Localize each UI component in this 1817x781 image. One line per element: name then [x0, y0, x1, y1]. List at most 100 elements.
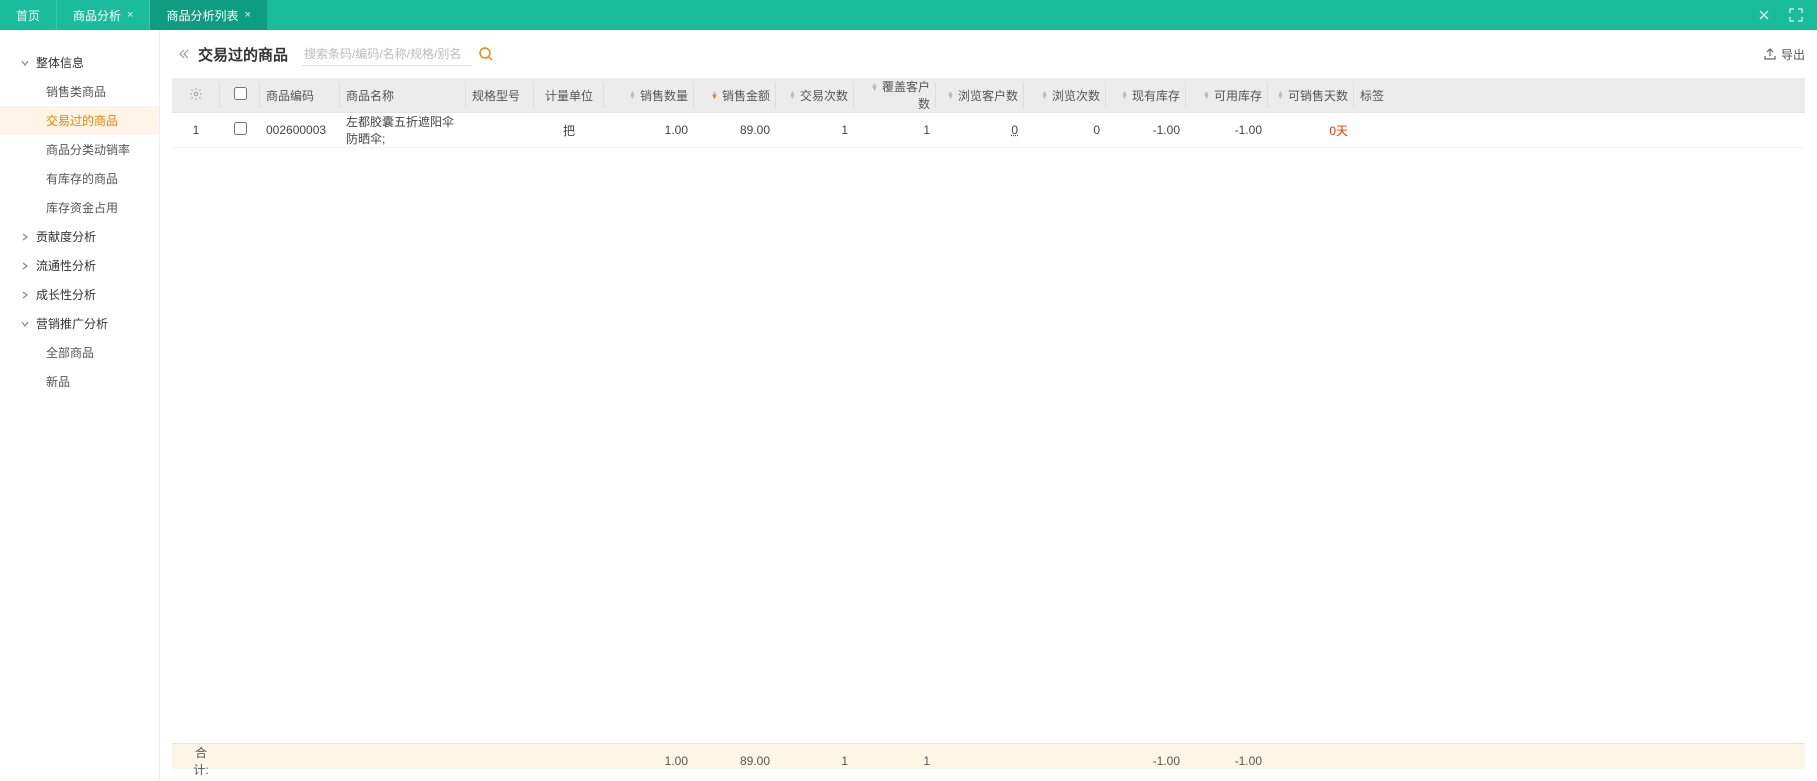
close-icon[interactable]: × — [244, 9, 250, 21]
sort-icon[interactable]: ▲▼ — [1121, 92, 1128, 100]
cell-chk[interactable] — [220, 113, 260, 148]
chevron-down-icon — [20, 320, 30, 328]
sidebar-group-label: 整体信息 — [36, 54, 84, 71]
column-label: 销售数量 — [640, 89, 688, 103]
column-label: 交易次数 — [800, 89, 848, 103]
fullscreen-icon[interactable] — [1787, 6, 1805, 24]
topbar-actions — [1755, 0, 1811, 30]
chevron-down-icon — [20, 59, 30, 67]
tab-bar: 首页 商品分析 × 商品分析列表 × — [0, 0, 1817, 30]
column-header-cust[interactable]: ▲▼覆盖客户数 — [854, 78, 936, 113]
chevron-right-icon — [20, 291, 30, 299]
column-header-tags: 标签 — [1354, 78, 1805, 113]
sidebar-item[interactable]: 有库存的商品 — [0, 164, 159, 193]
sidebar-item[interactable]: 新品 — [0, 367, 159, 396]
column-header-qty[interactable]: ▲▼ 销售数量 — [604, 78, 694, 113]
footer-cell-qty: 1.00 — [604, 754, 694, 768]
column-header-gear — [172, 78, 220, 113]
column-header-days[interactable]: ▲▼ 可销售天数 — [1268, 78, 1354, 113]
sidebar-item[interactable]: 库存资金占用 — [0, 193, 159, 222]
sidebar-group[interactable]: 整体信息 — [0, 48, 159, 77]
sort-icon[interactable]: ▲▼ — [789, 92, 796, 100]
select-all-checkbox[interactable] — [234, 87, 247, 100]
column-header-spec: 规格型号 — [466, 78, 534, 113]
cell-views: 0 — [1024, 113, 1106, 148]
sort-icon[interactable]: ▲▼ — [1277, 92, 1284, 100]
gear-icon[interactable] — [188, 86, 204, 102]
column-header-stock[interactable]: ▲▼现有库存 — [1106, 78, 1186, 113]
cell-name: 左都胶囊五折遮阳伞防晒伞; — [340, 113, 466, 148]
cell-stock: -1.00 — [1106, 113, 1186, 148]
sidebar-group[interactable]: 营销推广分析 — [0, 309, 159, 338]
footer-cell-gear: 合计: — [172, 744, 220, 778]
sidebar-group[interactable]: 贡献度分析 — [0, 222, 159, 251]
export-button[interactable]: 导出 — [1763, 46, 1805, 63]
cell-qty: 1.00 — [604, 113, 694, 148]
sort-icon[interactable]: ▲▼ — [1203, 92, 1210, 100]
cell-amount: 89.00 — [694, 113, 776, 148]
sort-icon[interactable]: ▲▼ — [947, 92, 954, 100]
column-label: 商品编码 — [266, 89, 314, 103]
column-label: 浏览客户数 — [958, 89, 1018, 103]
column-label: 商品名称 — [346, 89, 394, 103]
chevron-right-icon — [20, 262, 30, 270]
cell-code: 002600003 — [260, 113, 340, 148]
sidebar: 整体信息销售类商品交易过的商品商品分类动销率有库存的商品库存资金占用贡献度分析流… — [0, 30, 160, 781]
tab-home[interactable]: 首页 — [0, 0, 57, 30]
cell-txn: 1 — [776, 113, 854, 148]
column-header-views[interactable]: ▲▼ 浏览次数 — [1024, 78, 1106, 113]
column-label: 规格型号 — [472, 89, 520, 103]
tab-label: 商品分析列表 — [166, 7, 238, 24]
search-input[interactable] — [302, 42, 472, 66]
column-header-name: 商品名称 — [340, 78, 466, 113]
cell-avail: -1.00 — [1186, 113, 1268, 148]
row-checkbox[interactable] — [234, 122, 247, 135]
tab-label: 商品分析 — [73, 7, 121, 24]
table-row[interactable]: 1002600003左都胶囊五折遮阳伞防晒伞;把1.0089.001100-1.… — [172, 113, 1805, 148]
close-icon[interactable]: × — [127, 9, 133, 21]
footer-cell-amount: 89.00 — [694, 754, 776, 768]
footer-cell-cust: 1 — [854, 754, 936, 768]
footer-cell-stock: -1.00 — [1106, 754, 1186, 768]
column-header-viewcust[interactable]: ▲▼ 浏览客户数 — [936, 78, 1024, 113]
search-wrap — [302, 42, 494, 66]
sort-icon[interactable]: ▲▼ — [871, 84, 878, 92]
column-header-amount[interactable]: ▲▼销售金额 — [694, 78, 776, 113]
column-label: 可销售天数 — [1288, 89, 1348, 103]
sidebar-group-label: 贡献度分析 — [36, 228, 96, 245]
column-label: 标签 — [1360, 89, 1384, 103]
sidebar-item[interactable]: 全部商品 — [0, 338, 159, 367]
close-all-icon[interactable] — [1755, 6, 1773, 24]
export-label: 导出 — [1781, 46, 1805, 63]
cell-spec — [466, 113, 534, 148]
chevron-right-icon — [20, 233, 30, 241]
page-title: 交易过的商品 — [198, 44, 288, 65]
sidebar-group[interactable]: 流通性分析 — [0, 251, 159, 280]
tab-product-analysis-list[interactable]: 商品分析列表 × — [150, 0, 267, 30]
column-header-txn[interactable]: ▲▼ 交易次数 — [776, 78, 854, 113]
sidebar-item[interactable]: 交易过的商品 — [0, 106, 159, 135]
sort-icon[interactable]: ▲▼ — [629, 92, 636, 100]
cell-days: 0天 — [1268, 113, 1354, 148]
cell-gear: 1 — [172, 113, 220, 148]
sidebar-group-label: 成长性分析 — [36, 286, 96, 303]
sidebar-item[interactable]: 销售类商品 — [0, 77, 159, 106]
tab-product-analysis[interactable]: 商品分析 × — [57, 0, 150, 30]
sidebar-group[interactable]: 成长性分析 — [0, 280, 159, 309]
cell-tags — [1354, 113, 1805, 148]
sidebar-group-label: 流通性分析 — [36, 257, 96, 274]
table-footer: 合计:1.0089.0011-1.00-1.00 — [172, 743, 1805, 769]
column-label: 浏览次数 — [1052, 89, 1100, 103]
search-icon[interactable] — [478, 46, 494, 62]
column-label: 计量单位 — [545, 89, 593, 103]
table-wrap: 商品编码商品名称规格型号计量单位▲▼销售数量▲▼销售金额▲▼交易次数▲▼覆盖客户… — [160, 78, 1817, 781]
footer-cell-txn: 1 — [776, 754, 854, 768]
sort-icon[interactable]: ▲▼ — [1041, 92, 1048, 100]
sort-icon[interactable]: ▲▼ — [711, 92, 718, 100]
content-header: 交易过的商品 导出 — [160, 30, 1817, 78]
column-header-code: 商品编码 — [260, 78, 340, 113]
sidebar-item[interactable]: 商品分类动销率 — [0, 135, 159, 164]
sidebar-group-label: 营销推广分析 — [36, 315, 108, 332]
collapse-sidebar-icon[interactable] — [172, 47, 194, 61]
column-header-avail[interactable]: ▲▼可用库存 — [1186, 78, 1268, 113]
